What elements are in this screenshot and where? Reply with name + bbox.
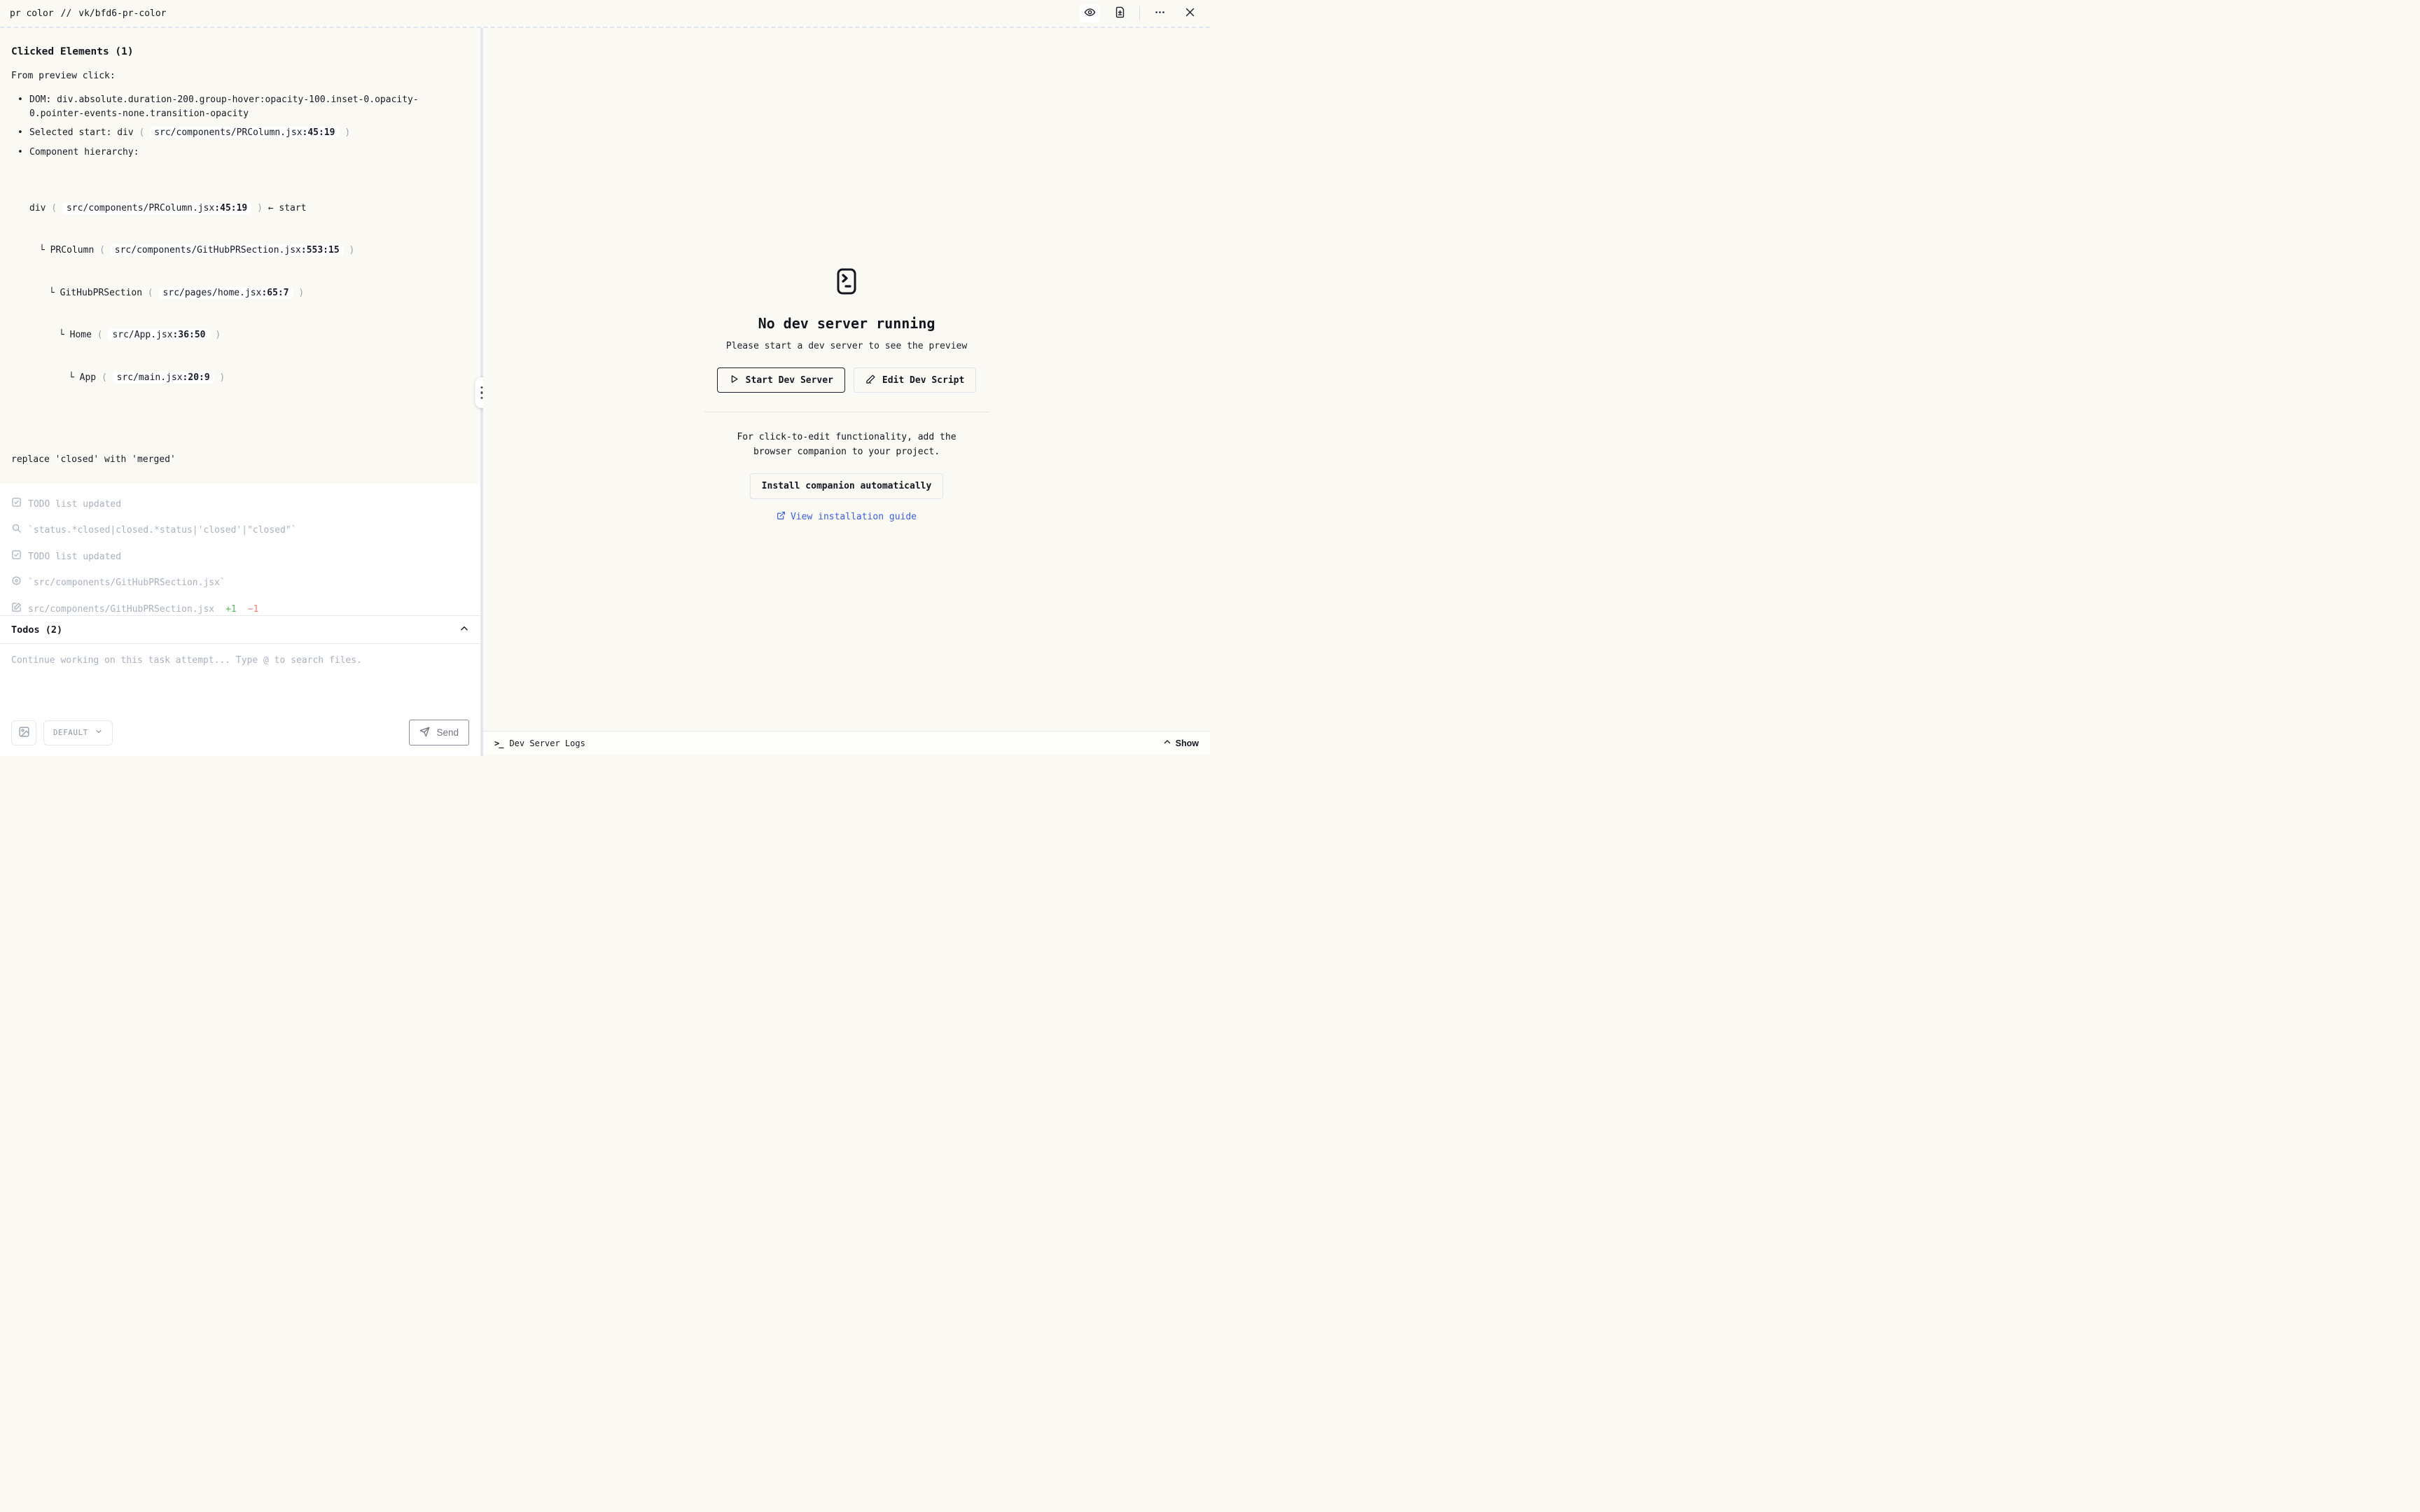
file-path-chip: src/App.jsx:36:50 — [108, 329, 210, 342]
dom-item: DOM: div.absolute.duration-200.group-hov… — [11, 93, 469, 120]
square-pen-icon — [11, 602, 22, 615]
preview-panel: No dev server running Please start a dev… — [483, 28, 1210, 756]
diff-removed-count: −1 — [247, 603, 259, 615]
tree-row: div ( src/components/PRColumn.jsx:45:19 … — [29, 202, 307, 214]
file-path-chip: src/pages/home.jsx:65:7 — [158, 286, 293, 299]
search-icon — [11, 523, 22, 538]
clicked-intro: From preview click: — [11, 70, 116, 81]
topbar-divider — [1139, 6, 1140, 20]
companion-hint: For click-to-edit functionality, add the… — [737, 432, 957, 458]
clicked-elements-block: Clicked Elements (1) From preview click:… — [0, 28, 480, 484]
file-path-chip: src/components/PRColumn.jsx:45:19 — [62, 202, 252, 214]
component-hierarchy-tree: div ( src/components/PRColumn.jsx:45:19 … — [29, 174, 469, 414]
preview-title: No dev server running — [758, 315, 936, 332]
terminal-prompt-icon: >_ — [494, 738, 503, 748]
diff-view-button[interactable] — [1109, 4, 1130, 22]
start-dev-server-button[interactable]: Start Dev Server — [716, 368, 845, 393]
close-button[interactable] — [1179, 4, 1200, 22]
user-prompt: replace 'closed' with 'merged' — [11, 454, 176, 465]
dev-server-logs-bar[interactable]: >_ Dev Server Logs Show — [483, 731, 1210, 755]
send-button[interactable]: Send — [409, 720, 469, 746]
clicked-details-list: DOM: div.absolute.duration-200.group-hov… — [11, 93, 469, 440]
todos-collapse-button[interactable] — [459, 624, 469, 636]
preview-actions: Start Dev Server Edit Dev Script — [716, 368, 977, 393]
edit-dev-script-button[interactable]: Edit Dev Script — [853, 368, 977, 393]
model-selector[interactable]: DEFAULT — [43, 720, 113, 746]
circle-dot-icon — [11, 575, 22, 591]
elbow-glyph: └ — [49, 287, 60, 298]
task-title: pr color — [10, 8, 54, 19]
app-window: pr color // vk/bfd6-pr-color Clicked Eleme… — [0, 0, 1210, 756]
installation-guide-link[interactable]: View installation guide — [777, 511, 917, 523]
preview-toggle-button[interactable] — [1079, 4, 1100, 22]
dom-selector: div.absolute.duration-200.group-hover:op… — [29, 94, 419, 119]
selected-start-item: Selected start: div ( src/components/PRC… — [11, 126, 469, 140]
tree-row: └ App ( src/main.jsx:20:9 ) — [69, 371, 225, 384]
message-composer: DEFAULT Send — [0, 644, 480, 756]
chevron-up-icon — [1163, 738, 1171, 748]
file-path-chip: src/components/GitHubPRSection.jsx:553:1… — [110, 244, 344, 257]
todo-updated-row[interactable]: TODO list updated — [11, 550, 469, 565]
file-diff-icon — [1114, 6, 1126, 20]
top-bar: pr color // vk/bfd6-pr-color — [0, 0, 1210, 28]
elbow-glyph: └ — [59, 330, 70, 341]
pencil-icon — [865, 374, 876, 387]
window-title: pr color // vk/bfd6-pr-color — [10, 8, 167, 19]
check-square-icon — [11, 497, 22, 512]
tree-row: └ Home ( src/App.jsx:36:50 ) — [59, 329, 221, 342]
file-path-chip: src/components/PRColumn.jsx:45:19 — [150, 127, 340, 139]
file-path-chip: src/main.jsx:20:9 — [112, 371, 214, 384]
close-icon — [1184, 6, 1196, 20]
eye-icon — [1084, 6, 1096, 20]
chat-scroll-area[interactable]: Clicked Elements (1) From preview click:… — [0, 28, 480, 615]
tree-row: └ PRColumn ( src/components/GitHubPRSect… — [39, 244, 355, 257]
ellipsis-icon — [1154, 6, 1166, 20]
chevron-up-icon — [459, 624, 469, 636]
check-square-icon — [11, 550, 22, 565]
install-companion-button[interactable]: Install companion automatically — [749, 472, 944, 499]
send-label: Send — [436, 727, 459, 738]
hierarchy-item: Component hierarchy: div ( src/component… — [11, 146, 469, 441]
file-read-row[interactable]: `src/components/GitHubPRSection.jsx` — [11, 575, 469, 591]
grep-search-row[interactable]: `status.*closed|closed.*status|'closed'|… — [11, 523, 469, 538]
play-icon — [729, 374, 739, 387]
preview-subtitle: Please start a dev server to see the pre… — [725, 341, 968, 351]
attach-image-button[interactable] — [11, 720, 36, 746]
chevron-down-icon — [95, 727, 103, 738]
todo-updated-row[interactable]: TODO list updated — [11, 497, 469, 512]
image-icon — [18, 726, 30, 740]
diff-added-count: +1 — [225, 603, 237, 615]
chat-panel: Clicked Elements (1) From preview click:… — [0, 28, 480, 756]
chat-input[interactable] — [0, 644, 480, 720]
main-split: Clicked Elements (1) From preview click:… — [0, 28, 1210, 756]
logs-show-button[interactable]: Show — [1163, 738, 1199, 748]
topbar-actions — [1079, 4, 1200, 22]
logs-label: Dev Server Logs — [509, 738, 585, 748]
branch-name: vk/bfd6-pr-color — [78, 8, 167, 19]
elbow-glyph: └ — [39, 245, 50, 256]
start-marker: ← start — [262, 202, 307, 214]
assistant-feed-1: TODO list updated `status.*closed|closed… — [0, 483, 480, 615]
send-icon — [419, 727, 430, 739]
clicked-elements-heading: Clicked Elements (1) — [11, 46, 134, 57]
title-separator: // — [60, 8, 72, 19]
terminal-icon — [835, 267, 858, 298]
todos-label: Todos (2) — [11, 624, 63, 636]
logs-title-group: >_ Dev Server Logs — [494, 738, 585, 748]
model-label: DEFAULT — [53, 728, 88, 737]
todos-section-header[interactable]: Todos (2) — [0, 615, 480, 644]
tree-row: └ GitHubPRSection ( src/pages/home.jsx:6… — [49, 286, 305, 299]
elbow-glyph: └ — [69, 372, 80, 383]
file-edit-row[interactable]: src/components/GitHubPRSection.jsx +1 −1 — [11, 602, 469, 615]
overflow-menu-button[interactable] — [1149, 4, 1170, 22]
external-link-icon — [777, 511, 786, 523]
composer-toolbar: DEFAULT Send — [0, 720, 480, 756]
